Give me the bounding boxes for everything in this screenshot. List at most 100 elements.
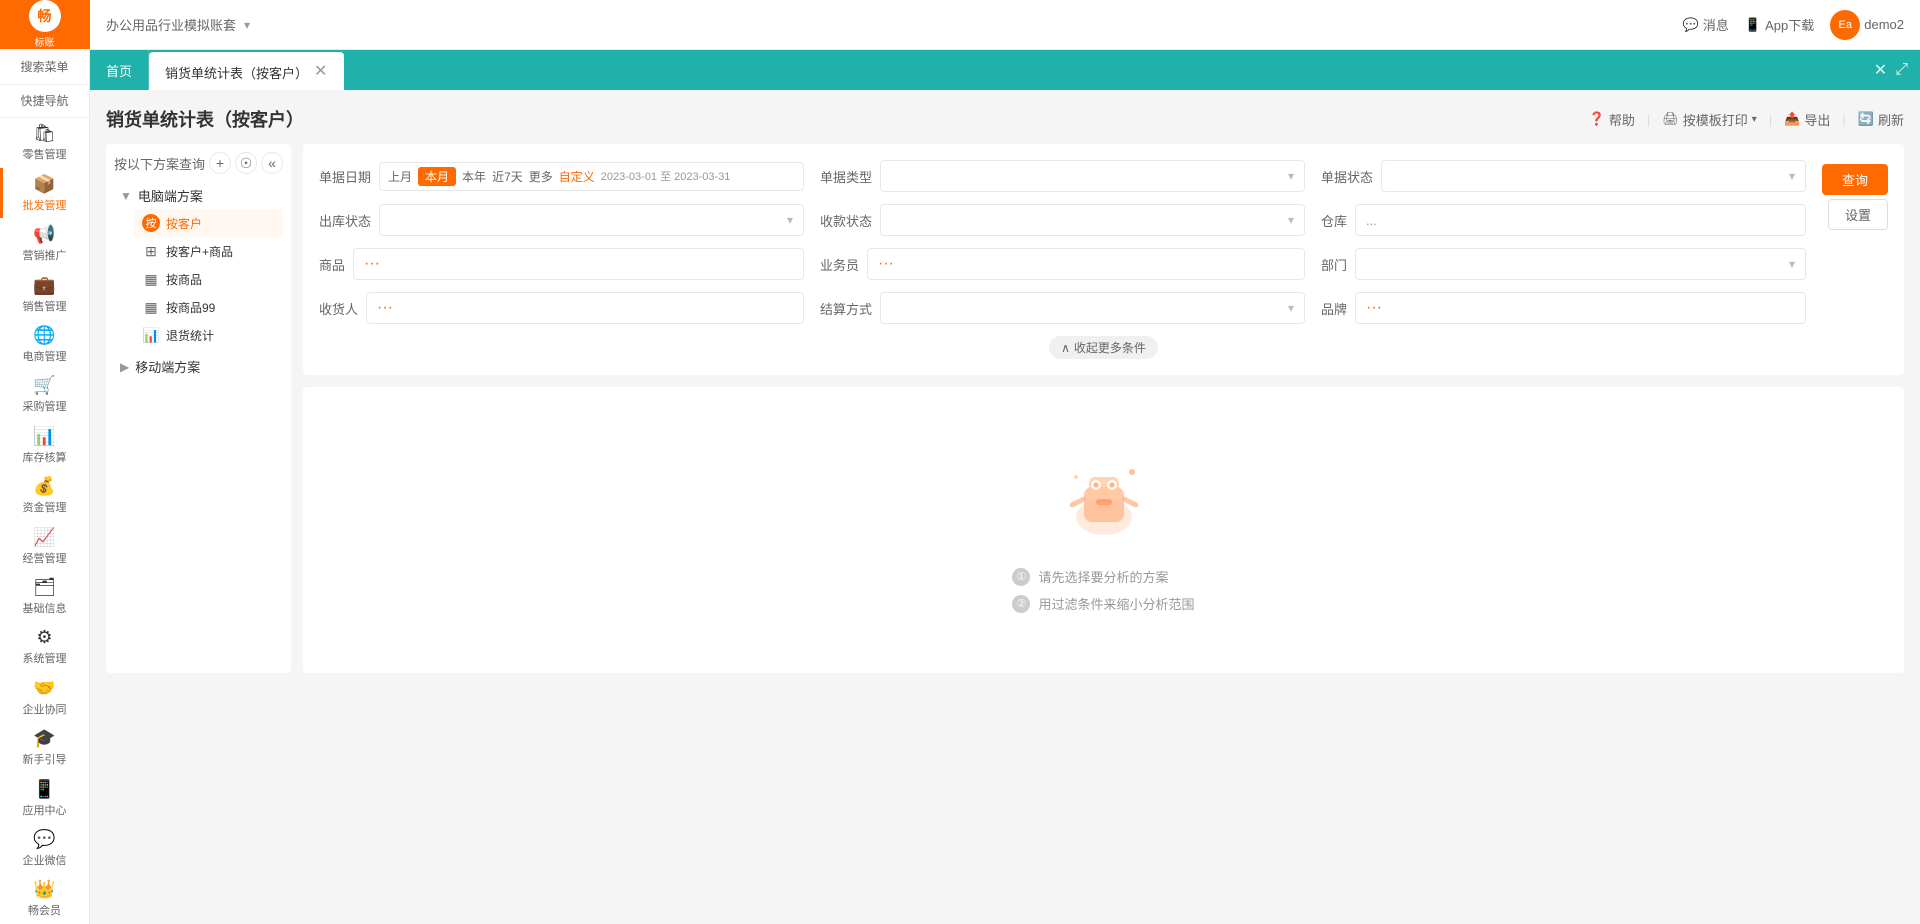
date-tab-current-month[interactable]: 本月 (418, 167, 456, 186)
filter-row-2-inner: 出库状态 ▾ 收款状态 (319, 204, 1806, 236)
tabbar: 首页 销货单统计表（按客户） ✕ ✕ ⤢ (90, 50, 1920, 90)
sidebar-item-purchase[interactable]: 🛒 采购管理 (0, 370, 90, 420)
receiver-select[interactable]: ··· (366, 292, 804, 324)
date-label: 单据日期 (319, 167, 371, 186)
scheme-item-by-customer[interactable]: 按 按客户 (134, 209, 283, 237)
sidebar-item-corp-label: 企业协同 (23, 701, 67, 717)
export-btn[interactable]: 📤 导出 (1784, 110, 1830, 129)
scheme-label-return-stats: 退货统计 (166, 327, 214, 344)
action-divider-2: | (1769, 112, 1772, 127)
sidebar-item-ecom[interactable]: 🌐 电商管理 (0, 319, 90, 369)
date-tab-more[interactable]: 更多 (529, 168, 553, 185)
sidebar-item-member-label: 畅会员 (28, 902, 61, 918)
print-btn[interactable]: 🖨 按模板打印 ▾ (1662, 110, 1757, 129)
order-status-select[interactable]: ▾ (1381, 160, 1806, 192)
brand-select[interactable]: ··· (1355, 292, 1806, 324)
collapse-btn[interactable]: ∧ 收起更多条件 (1049, 336, 1158, 359)
scheme-add-btn[interactable]: + (209, 152, 231, 174)
collapse-row: ∧ 收起更多条件 (319, 336, 1888, 359)
sidebar-item-corp[interactable]: 🤝 企业协同 (0, 672, 90, 722)
order-type-arrow: ▾ (1288, 169, 1294, 183)
logo-subtitle: 标账 (35, 34, 55, 49)
topbar: 办公用品行业模拟账套 ▾ 💬 消息 📱 App下载 Ea demo2 (90, 0, 1920, 50)
settlement-select[interactable]: ▾ (880, 292, 1305, 324)
refresh-icon: 🔄 (1858, 111, 1874, 127)
topbar-dropdown-icon[interactable]: ▾ (244, 18, 250, 32)
scheme-collapse-btn[interactable]: « (261, 152, 283, 174)
sidebar-item-ecom-label: 电商管理 (23, 348, 67, 364)
tab-home-label: 首页 (106, 61, 132, 80)
receiver-dots[interactable]: ··· (377, 299, 393, 317)
date-filter-control[interactable]: 上月 本月 本年 近7天 更多 自定义 2023-03-01 至 2023-03… (379, 162, 804, 191)
sidebar-item-basic-label: 基础信息 (23, 600, 67, 616)
salesperson-select[interactable]: ··· (867, 248, 1305, 280)
order-type-select[interactable]: ▾ (880, 160, 1305, 192)
tab-sales-stat[interactable]: 销货单统计表（按客户） ✕ (149, 52, 344, 92)
filter-item-receiver: 收货人 ··· (319, 292, 804, 324)
warehouse-label: 仓库 (1321, 211, 1347, 230)
date-tab-7days[interactable]: 近7天 (492, 168, 523, 185)
sidebar-item-sales[interactable]: 💼 销售管理 (0, 269, 90, 319)
sidebar-item-finance[interactable]: 💰 资金管理 (0, 470, 90, 520)
tip-1-num: ① (1012, 568, 1030, 586)
date-tab-year[interactable]: 本年 (462, 168, 486, 185)
query-button[interactable]: 查询 (1822, 164, 1888, 195)
sidebar-item-wechat[interactable]: 💬 企业微信 (0, 823, 90, 873)
date-tab-custom[interactable]: 自定义 (559, 168, 595, 185)
tab-sales-stat-label: 销货单统计表（按客户） (165, 63, 308, 82)
topbar-message-btn[interactable]: 💬 消息 (1683, 15, 1729, 34)
avatar-text: Ea (1839, 19, 1852, 31)
payment-status-arrow: ▾ (1288, 213, 1294, 227)
tab-close-all-icon[interactable]: ✕ (1874, 60, 1887, 80)
sidebar-search[interactable]: 搜索菜单 (0, 49, 90, 85)
scheme-section-mobile-header[interactable]: ▶ 移动端方案 (114, 353, 283, 380)
tab-maximize-icon[interactable]: ⤢ (1895, 61, 1908, 79)
dept-select[interactable]: ▾ (1355, 248, 1806, 280)
settings-button[interactable]: 设置 (1828, 199, 1888, 230)
filter-row-4-inner: 收货人 ··· 结算方式 ▾ (319, 292, 1806, 324)
main-area: 办公用品行业模拟账套 ▾ 💬 消息 📱 App下载 Ea demo2 首页 (90, 0, 1920, 924)
topbar-app-download-btn[interactable]: 📱 App下载 (1745, 15, 1814, 34)
scheme-item-by-customer-product[interactable]: ⊞ 按客户+商品 (134, 237, 283, 265)
sidebar-item-apps-label: 应用中心 (23, 802, 67, 818)
sidebar-item-ops[interactable]: 📈 经营管理 (0, 521, 90, 571)
topbar-right: 💬 消息 📱 App下载 Ea demo2 (1683, 10, 1904, 40)
product-label: 商品 (319, 255, 345, 274)
sidebar-item-newbie[interactable]: 🎓 新手引导 (0, 722, 90, 772)
sidebar-item-newbie-label: 新手引导 (23, 751, 67, 767)
sidebar-item-apps[interactable]: 📱 应用中心 (0, 773, 90, 823)
date-tab-prev[interactable]: 上月 (388, 168, 412, 185)
warehouse-select[interactable]: ... (1355, 204, 1806, 236)
salesperson-dots[interactable]: ··· (878, 255, 894, 273)
brand-dots[interactable]: ··· (1366, 299, 1382, 317)
sidebar-quick-nav[interactable]: 快捷导航 (0, 85, 90, 118)
product-select[interactable]: ··· (353, 248, 804, 280)
help-btn[interactable]: ❓ 帮助 (1589, 110, 1635, 129)
refresh-btn[interactable]: 🔄 刷新 (1858, 110, 1904, 129)
out-status-select[interactable]: ▾ (379, 204, 804, 236)
sidebar-item-marketing[interactable]: 📢 营销推广 (0, 218, 90, 268)
scheme-item-by-product[interactable]: ▦ 按商品 (134, 265, 283, 293)
product-dots[interactable]: ··· (364, 255, 380, 273)
sidebar-logo: 畅 标账 (0, 0, 90, 49)
scheme-item-return-stats[interactable]: 📊 退货统计 (134, 321, 283, 349)
sidebar-item-system[interactable]: ⚙ 系统管理 (0, 622, 90, 672)
scheme-item-by-product-99[interactable]: ▦ 按商品99 (134, 293, 283, 321)
scheme-section-desktop-header[interactable]: ▼ 电脑端方案 (114, 182, 283, 209)
wechat-icon: 💬 (33, 829, 55, 850)
tab-home[interactable]: 首页 (90, 50, 149, 90)
sidebar-item-basic[interactable]: 🗂 基础信息 (0, 571, 90, 621)
sidebar-item-member[interactable]: 👑 畅会员 (0, 874, 90, 924)
tab-close-icon[interactable]: ✕ (314, 64, 327, 80)
topbar-user[interactable]: Ea demo2 (1830, 10, 1904, 40)
scheme-edit-btn[interactable]: ☉ (235, 152, 257, 174)
logo-icon: 畅 (29, 0, 61, 32)
filter-card: 单据日期 上月 本月 本年 近7天 更多 自定义 2023-03-01 至 20… (303, 144, 1904, 375)
chevron-up-icon: ∧ (1061, 341, 1070, 355)
avatar: Ea (1830, 10, 1860, 40)
settlement-label: 结算方式 (820, 299, 872, 318)
payment-status-select[interactable]: ▾ (880, 204, 1305, 236)
sidebar-item-inventory[interactable]: 📊 库存核算 (0, 420, 90, 470)
sidebar-item-retail[interactable]: 🛍 零售管理 (0, 118, 90, 168)
sidebar-item-wholesale[interactable]: 📦 批发管理 (0, 168, 90, 218)
